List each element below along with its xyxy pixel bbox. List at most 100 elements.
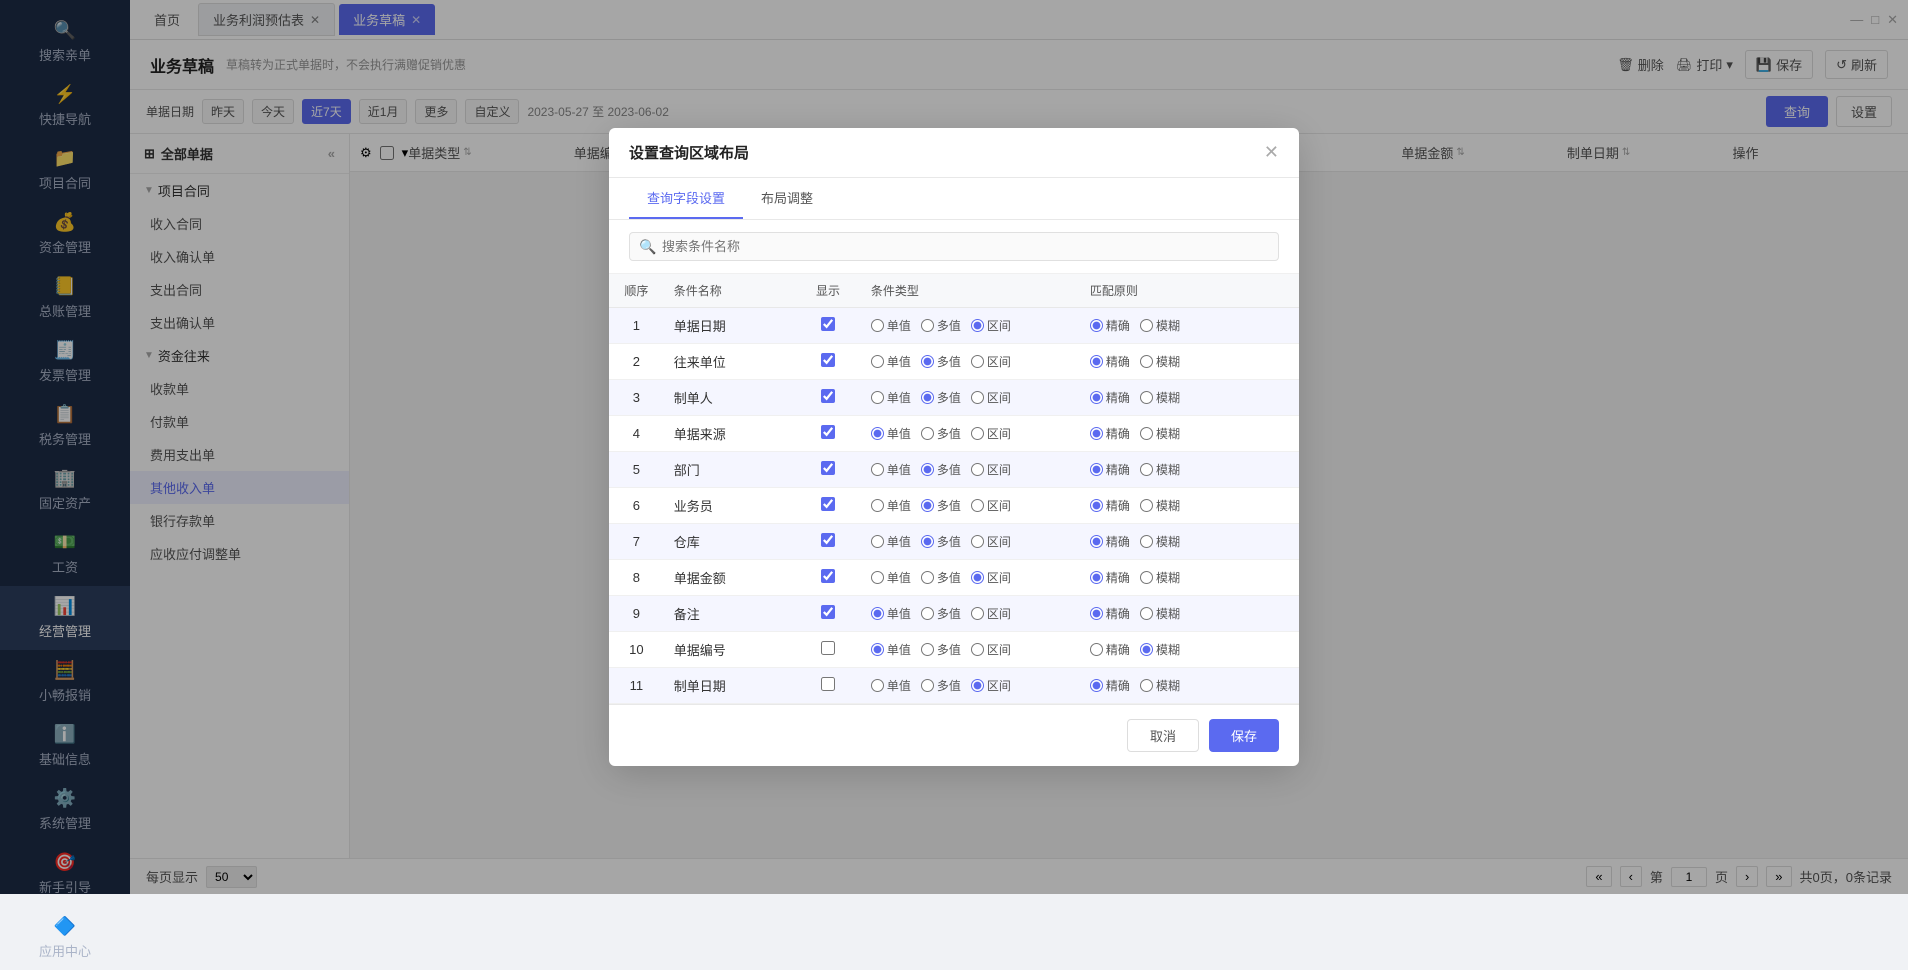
match-radio-精确[interactable] xyxy=(1090,679,1103,692)
match-radio-精确[interactable] xyxy=(1090,355,1103,368)
cell-name: 往来单位 xyxy=(664,344,795,380)
type-radio-多值[interactable] xyxy=(921,391,934,404)
type-radio-多值[interactable] xyxy=(921,607,934,620)
match-radio-模糊[interactable] xyxy=(1140,499,1153,512)
cell-name: 制单人 xyxy=(664,380,795,416)
cell-name: 备注 xyxy=(664,596,795,632)
type-radio-多值[interactable] xyxy=(921,463,934,476)
modal-tab-layout[interactable]: 布局调整 xyxy=(743,178,831,219)
type-radio-单值[interactable] xyxy=(871,499,884,512)
th-type: 条件类型 xyxy=(861,274,1080,308)
type-radio-区间[interactable] xyxy=(971,535,984,548)
conditions-search-input[interactable] xyxy=(629,232,1279,261)
match-radio-模糊[interactable] xyxy=(1140,391,1153,404)
cell-order: 2 xyxy=(609,344,664,380)
match-radio-精确[interactable] xyxy=(1090,643,1103,656)
cell-show xyxy=(795,632,861,668)
match-radio-模糊[interactable] xyxy=(1140,463,1153,476)
type-radio-单值[interactable] xyxy=(871,463,884,476)
match-radio-模糊[interactable] xyxy=(1140,319,1153,332)
match-radio-精确[interactable] xyxy=(1090,427,1103,440)
cell-type: 单值多值区间 xyxy=(861,344,1080,380)
show-checkbox[interactable] xyxy=(821,317,835,331)
match-radio-精确[interactable] xyxy=(1090,499,1103,512)
type-radio-区间[interactable] xyxy=(971,391,984,404)
type-radio-多值[interactable] xyxy=(921,499,934,512)
type-radio-多值[interactable] xyxy=(921,679,934,692)
cell-order: 5 xyxy=(609,452,664,488)
cancel-button[interactable]: 取消 xyxy=(1127,719,1199,752)
modal-tab-fields[interactable]: 查询字段设置 xyxy=(629,178,743,219)
match-radio-模糊[interactable] xyxy=(1140,355,1153,368)
type-radio-区间[interactable] xyxy=(971,679,984,692)
match-radio-精确[interactable] xyxy=(1090,463,1103,476)
type-radio-区间[interactable] xyxy=(971,571,984,584)
match-radio-模糊[interactable] xyxy=(1140,427,1153,440)
modal-tabs: 查询字段设置 布局调整 xyxy=(609,178,1299,220)
type-radio-多值[interactable] xyxy=(921,571,934,584)
table-row: 5部门单值多值区间精确模糊 xyxy=(609,452,1299,488)
type-radio-区间[interactable] xyxy=(971,499,984,512)
table-row: 7仓库单值多值区间精确模糊 xyxy=(609,524,1299,560)
match-radio-精确[interactable] xyxy=(1090,607,1103,620)
sidebar-item-app[interactable]: 🔷 应用中心 xyxy=(0,906,130,970)
save-confirm-button[interactable]: 保存 xyxy=(1209,719,1279,752)
match-radio-精确[interactable] xyxy=(1090,535,1103,548)
type-radio-区间[interactable] xyxy=(971,607,984,620)
type-radio-单值[interactable] xyxy=(871,391,884,404)
cell-type: 单值多值区间 xyxy=(861,452,1080,488)
type-radio-区间[interactable] xyxy=(971,463,984,476)
type-radio-区间[interactable] xyxy=(971,319,984,332)
match-radio-模糊[interactable] xyxy=(1140,535,1153,548)
type-radio-多值[interactable] xyxy=(921,355,934,368)
cell-match: 精确模糊 xyxy=(1080,524,1299,560)
show-checkbox[interactable] xyxy=(821,461,835,475)
type-radio-多值[interactable] xyxy=(921,427,934,440)
match-radio-模糊[interactable] xyxy=(1140,643,1153,656)
th-name: 条件名称 xyxy=(664,274,795,308)
show-checkbox[interactable] xyxy=(821,353,835,367)
type-radio-多值[interactable] xyxy=(921,643,934,656)
modal-close-button[interactable]: ✕ xyxy=(1264,142,1279,163)
match-radio-精确[interactable] xyxy=(1090,571,1103,584)
show-checkbox[interactable] xyxy=(821,497,835,511)
type-radio-单值[interactable] xyxy=(871,427,884,440)
cell-type: 单值多值区间 xyxy=(861,596,1080,632)
show-checkbox[interactable] xyxy=(821,641,835,655)
table-row: 10单据编号单值多值区间精确模糊 xyxy=(609,632,1299,668)
match-radio-模糊[interactable] xyxy=(1140,679,1153,692)
cell-match: 精确模糊 xyxy=(1080,380,1299,416)
type-radio-区间[interactable] xyxy=(971,643,984,656)
match-radio-精确[interactable] xyxy=(1090,391,1103,404)
match-radio-模糊[interactable] xyxy=(1140,607,1153,620)
show-checkbox[interactable] xyxy=(821,533,835,547)
type-radio-区间[interactable] xyxy=(971,355,984,368)
type-radio-单值[interactable] xyxy=(871,319,884,332)
show-checkbox[interactable] xyxy=(821,569,835,583)
type-radio-单值[interactable] xyxy=(871,571,884,584)
show-checkbox[interactable] xyxy=(821,605,835,619)
cell-match: 精确模糊 xyxy=(1080,632,1299,668)
type-radio-单值[interactable] xyxy=(871,535,884,548)
cell-show xyxy=(795,416,861,452)
show-checkbox[interactable] xyxy=(821,425,835,439)
type-radio-单值[interactable] xyxy=(871,643,884,656)
cell-name: 单据来源 xyxy=(664,416,795,452)
cell-name: 仓库 xyxy=(664,524,795,560)
cell-order: 4 xyxy=(609,416,664,452)
cell-match: 精确模糊 xyxy=(1080,668,1299,704)
type-radio-单值[interactable] xyxy=(871,679,884,692)
modal-search: 🔍 xyxy=(609,220,1299,274)
cell-show xyxy=(795,380,861,416)
match-radio-精确[interactable] xyxy=(1090,319,1103,332)
show-checkbox[interactable] xyxy=(821,389,835,403)
type-radio-单值[interactable] xyxy=(871,607,884,620)
cell-show xyxy=(795,308,861,344)
type-radio-区间[interactable] xyxy=(971,427,984,440)
show-checkbox[interactable] xyxy=(821,677,835,691)
match-radio-模糊[interactable] xyxy=(1140,571,1153,584)
type-radio-单值[interactable] xyxy=(871,355,884,368)
type-radio-多值[interactable] xyxy=(921,535,934,548)
cell-name: 制单日期 xyxy=(664,668,795,704)
type-radio-多值[interactable] xyxy=(921,319,934,332)
